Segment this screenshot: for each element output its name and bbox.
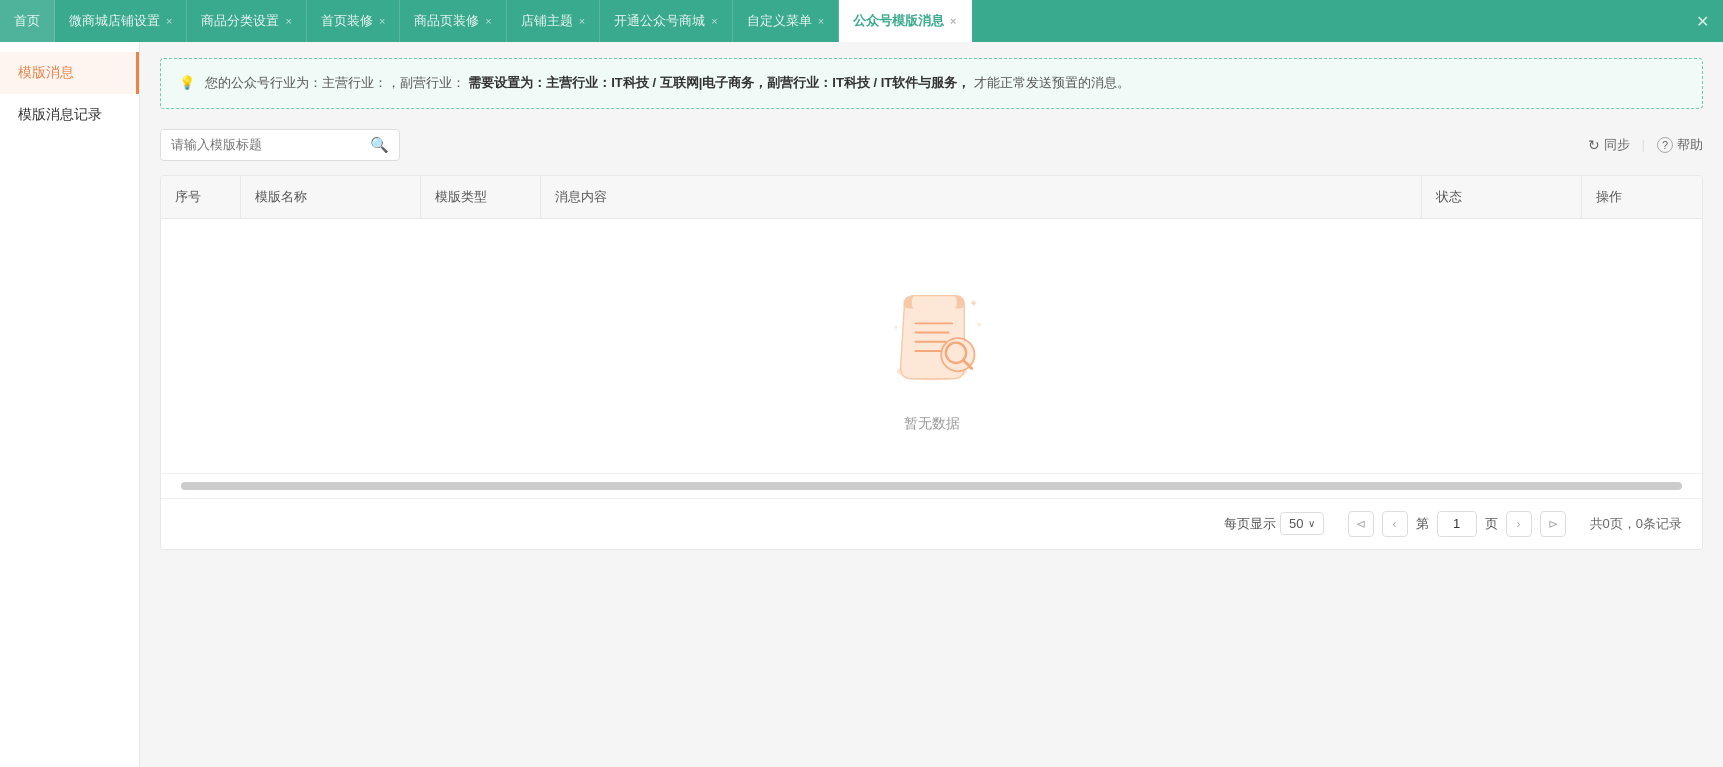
sidebar-item-template-record[interactable]: 模版消息记录 bbox=[0, 94, 139, 136]
last-page-button[interactable]: ⊳ bbox=[1540, 511, 1566, 537]
tab-category-label: 商品分类设置 bbox=[201, 12, 279, 30]
tab-custommenu[interactable]: 自定义菜单 × bbox=[733, 0, 839, 42]
tab-templatemsg-label: 公众号模版消息 bbox=[853, 12, 944, 30]
help-label: 帮助 bbox=[1677, 136, 1703, 154]
search-input[interactable] bbox=[161, 130, 360, 159]
notice-box: 💡 您的公众号行业为：主营行业：，副营行业： 需要设置为：主营行业：IT科技 /… bbox=[160, 58, 1703, 109]
tab-home[interactable]: 首页 bbox=[0, 0, 55, 42]
horizontal-scrollbar[interactable] bbox=[181, 482, 1682, 490]
page-size-value: 50 bbox=[1289, 516, 1303, 531]
chevron-down-icon: ∨ bbox=[1308, 518, 1315, 529]
tab-theme[interactable]: 店铺主题 × bbox=[507, 0, 600, 42]
svg-text:✦: ✦ bbox=[968, 296, 977, 308]
total-text: 共0页，0条记录 bbox=[1590, 515, 1682, 533]
svg-text:✦: ✦ bbox=[893, 323, 899, 332]
svg-text:✦: ✦ bbox=[976, 320, 982, 329]
tab-custommenu-label: 自定义菜单 bbox=[747, 12, 812, 30]
tab-templatemsg[interactable]: 公众号模版消息 × bbox=[839, 0, 971, 42]
notice-icon: 💡 bbox=[179, 75, 195, 90]
empty-illustration: ✦ ✦ ✦ bbox=[872, 279, 992, 399]
notice-text-prefix: 您的公众号行业为：主营行业：，副营行业： bbox=[205, 75, 465, 90]
help-button[interactable]: ? 帮助 bbox=[1657, 136, 1703, 154]
page-number-input[interactable] bbox=[1437, 511, 1477, 537]
table-header: 序号 模版名称 模版类型 消息内容 状态 操作 bbox=[161, 176, 1702, 219]
tab-productpage[interactable]: 商品页装修 × bbox=[400, 0, 506, 42]
tab-templatemsg-close[interactable]: × bbox=[950, 15, 956, 27]
tab-weshop-label: 微商城店铺设置 bbox=[69, 12, 160, 30]
content-area: 💡 您的公众号行业为：主营行业：，副营行业： 需要设置为：主营行业：IT科技 /… bbox=[140, 42, 1723, 767]
tab-productpage-label: 商品页装修 bbox=[414, 12, 479, 30]
page-unit: 页 bbox=[1485, 515, 1498, 533]
close-all-button[interactable]: ✕ bbox=[1682, 12, 1723, 31]
page-size-label: 每页显示 bbox=[1224, 515, 1276, 533]
tab-theme-close[interactable]: × bbox=[579, 15, 585, 27]
tab-theme-label: 店铺主题 bbox=[521, 12, 573, 30]
search-input-wrapper: 🔍 bbox=[160, 129, 400, 161]
tab-weshop-close[interactable]: × bbox=[166, 15, 172, 27]
tab-homepage-label: 首页装修 bbox=[321, 12, 373, 30]
tab-category[interactable]: 商品分类设置 × bbox=[187, 0, 306, 42]
tab-category-close[interactable]: × bbox=[285, 15, 291, 27]
pagination: 每页显示 50 ∨ ⊲ ‹ 第 页 › ⊳ 共0页，0条记录 bbox=[161, 498, 1702, 549]
col-index: 序号 bbox=[161, 176, 241, 218]
sidebar-item-template-record-label: 模版消息记录 bbox=[18, 106, 102, 122]
col-status: 状态 bbox=[1422, 176, 1582, 218]
tab-openstore-label: 开通公众号商城 bbox=[614, 12, 705, 30]
page-size-selector: 每页显示 50 ∨ bbox=[1224, 512, 1323, 535]
data-table: 序号 模版名称 模版类型 消息内容 状态 操作 bbox=[160, 175, 1703, 550]
tab-openstore-close[interactable]: × bbox=[711, 15, 717, 27]
col-content: 消息内容 bbox=[541, 176, 1422, 218]
sidebar: 模版消息 模版消息记录 bbox=[0, 42, 140, 767]
tab-homepage[interactable]: 首页装修 × bbox=[307, 0, 400, 42]
tab-productpage-close[interactable]: × bbox=[485, 15, 491, 27]
tab-home-label: 首页 bbox=[14, 12, 40, 30]
page-size-dropdown[interactable]: 50 ∨ bbox=[1280, 512, 1323, 535]
search-button[interactable]: 🔍 bbox=[360, 130, 399, 160]
notice-text-suffix: 才能正常发送预置的消息。 bbox=[974, 75, 1130, 90]
sidebar-item-template-msg-label: 模版消息 bbox=[18, 64, 74, 80]
sidebar-item-template-msg[interactable]: 模版消息 bbox=[0, 52, 139, 94]
tab-custommenu-close[interactable]: × bbox=[818, 15, 824, 27]
tab-homepage-close[interactable]: × bbox=[379, 15, 385, 27]
col-action: 操作 bbox=[1582, 176, 1702, 218]
first-page-button[interactable]: ⊲ bbox=[1348, 511, 1374, 537]
help-icon: ? bbox=[1657, 137, 1673, 153]
divider: | bbox=[1642, 137, 1645, 152]
prev-page-button[interactable]: ‹ bbox=[1382, 511, 1408, 537]
page-label: 第 bbox=[1416, 515, 1429, 533]
top-nav: 首页 微商城店铺设置 × 商品分类设置 × 首页装修 × 商品页装修 × 店铺主… bbox=[0, 0, 1723, 42]
empty-state: ✦ ✦ ✦ 暂无数据 bbox=[161, 219, 1702, 473]
tab-openstore[interactable]: 开通公众号商城 × bbox=[600, 0, 732, 42]
scrollbar-row bbox=[161, 473, 1702, 498]
search-actions: ↻ 同步 | ? 帮助 bbox=[1588, 136, 1703, 154]
main-layout: 模版消息 模版消息记录 💡 您的公众号行业为：主营行业：，副营行业： 需要设置为… bbox=[0, 42, 1723, 767]
sync-icon: ↻ bbox=[1588, 137, 1600, 153]
sync-button[interactable]: ↻ 同步 bbox=[1588, 136, 1630, 154]
sync-label: 同步 bbox=[1604, 136, 1630, 154]
col-type: 模版类型 bbox=[421, 176, 541, 218]
next-page-button[interactable]: › bbox=[1506, 511, 1532, 537]
search-bar: 🔍 ↻ 同步 | ? 帮助 bbox=[160, 129, 1703, 161]
col-name: 模版名称 bbox=[241, 176, 421, 218]
empty-text: 暂无数据 bbox=[904, 415, 960, 433]
notice-highlight: 需要设置为：主营行业：IT科技 / 互联网|电子商务，副营行业：IT科技 / I… bbox=[468, 75, 970, 90]
tab-weshop[interactable]: 微商城店铺设置 × bbox=[55, 0, 187, 42]
